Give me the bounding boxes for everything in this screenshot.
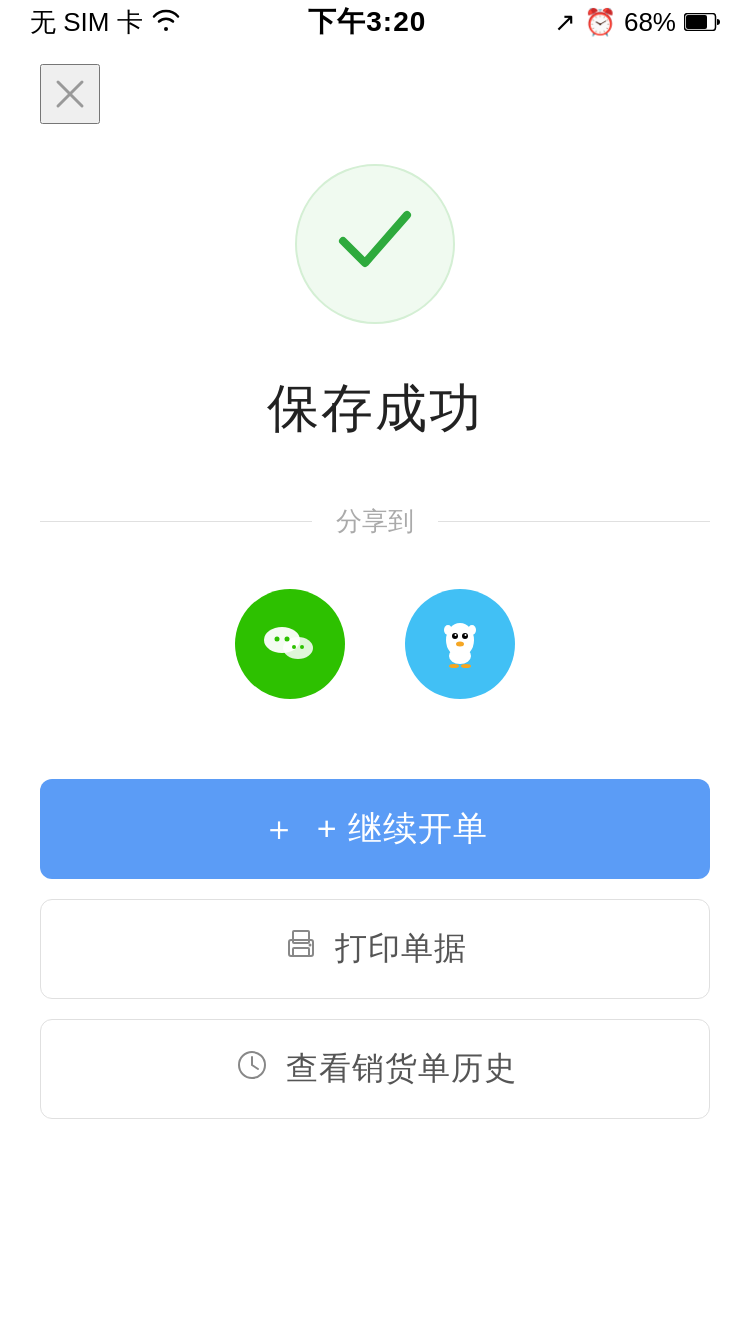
- svg-point-11: [449, 648, 471, 664]
- status-bar: 无 SIM 卡 下午3:20 ↗ ⏰ 68%: [0, 0, 750, 44]
- status-right: ↗ ⏰ 68%: [554, 7, 720, 38]
- no-sim-text: 无 SIM 卡: [30, 5, 143, 40]
- continue-label: + 继续开单: [317, 806, 488, 852]
- history-icon: [234, 1047, 270, 1091]
- svg-point-7: [285, 637, 290, 642]
- svg-point-13: [462, 633, 468, 639]
- svg-point-20: [468, 625, 476, 635]
- print-button[interactable]: 打印单据: [40, 899, 710, 999]
- battery-percent: 68%: [624, 7, 676, 38]
- svg-point-15: [465, 634, 467, 636]
- history-button[interactable]: 查看销货单历史: [40, 1019, 710, 1119]
- svg-point-24: [309, 944, 312, 947]
- svg-rect-1: [686, 15, 707, 29]
- share-divider: 分享到: [40, 504, 710, 539]
- status-time: 下午3:20: [308, 3, 426, 41]
- checkmark-icon: [335, 203, 415, 286]
- success-icon: [295, 164, 455, 324]
- svg-point-19: [444, 625, 452, 635]
- history-label: 查看销货单历史: [286, 1047, 517, 1091]
- share-qq-button[interactable]: [405, 589, 515, 699]
- svg-point-8: [292, 645, 296, 649]
- success-title: 保存成功: [267, 374, 483, 444]
- location-icon: ↗: [554, 7, 576, 38]
- main-content: 保存成功 分享到: [0, 44, 750, 1139]
- svg-rect-23: [293, 948, 309, 956]
- svg-point-17: [449, 664, 459, 668]
- svg-point-12: [452, 633, 458, 639]
- print-icon: [283, 927, 319, 971]
- svg-point-18: [461, 664, 471, 668]
- print-label: 打印单据: [335, 927, 467, 971]
- close-button[interactable]: [40, 64, 100, 124]
- alarm-icon: ⏰: [584, 7, 616, 38]
- action-buttons: ＋ + 继续开单 打印单据 查看销货单历: [40, 779, 710, 1119]
- share-wechat-button[interactable]: [235, 589, 345, 699]
- continue-button[interactable]: ＋ + 继续开单: [40, 779, 710, 879]
- status-left: 无 SIM 卡: [30, 5, 181, 40]
- share-label: 分享到: [312, 504, 438, 539]
- svg-rect-22: [293, 931, 309, 943]
- plus-icon: ＋: [262, 806, 297, 852]
- svg-point-16: [456, 642, 464, 647]
- share-icons: [235, 589, 515, 699]
- battery-icon: [684, 7, 720, 38]
- svg-point-6: [275, 637, 280, 642]
- svg-point-9: [300, 645, 304, 649]
- svg-point-14: [455, 634, 457, 636]
- wifi-icon: [151, 7, 181, 38]
